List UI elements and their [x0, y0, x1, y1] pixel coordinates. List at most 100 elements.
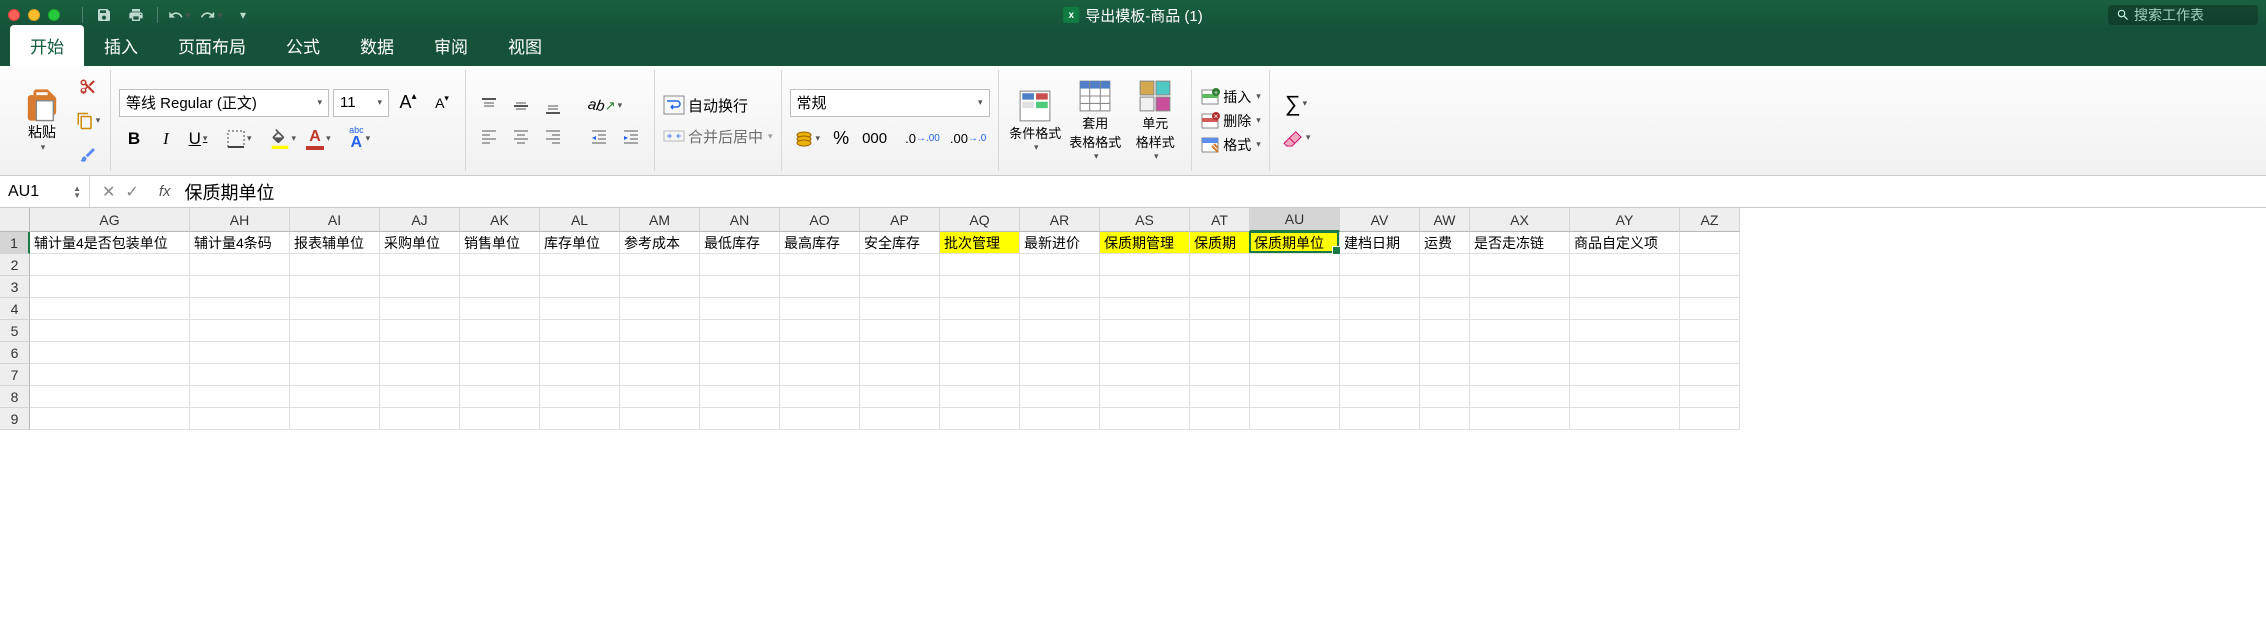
cell[interactable] [780, 364, 860, 386]
increase-decimal-button[interactable]: .0→.00 [901, 125, 944, 153]
fill-color-button[interactable]: ▾ [266, 125, 301, 153]
cell[interactable] [700, 254, 780, 276]
align-center-button[interactable] [506, 122, 536, 150]
orientation-button[interactable]: ab↗▾ [584, 92, 626, 120]
column-header[interactable]: AK [460, 208, 540, 232]
save-button[interactable] [93, 4, 115, 26]
cell[interactable] [1340, 364, 1420, 386]
cell[interactable] [1100, 364, 1190, 386]
cell[interactable] [1340, 254, 1420, 276]
column-header[interactable]: AR [1020, 208, 1100, 232]
column-header[interactable]: AJ [380, 208, 460, 232]
column-header[interactable]: AX [1470, 208, 1570, 232]
qat-customize-button[interactable]: ▾ [232, 4, 254, 26]
cell[interactable] [1340, 276, 1420, 298]
cell[interactable] [1340, 342, 1420, 364]
column-header[interactable]: AU [1250, 208, 1340, 232]
format-painter-button[interactable] [74, 141, 102, 169]
underline-button[interactable]: U▾ [183, 125, 213, 153]
cell[interactable] [1680, 320, 1740, 342]
undo-button[interactable]: ▾ [168, 4, 190, 26]
column-header[interactable]: AN [700, 208, 780, 232]
cell[interactable] [380, 342, 460, 364]
cell[interactable] [190, 320, 290, 342]
cell[interactable] [1470, 342, 1570, 364]
cell[interactable] [30, 320, 190, 342]
cell[interactable] [30, 408, 190, 430]
column-header[interactable]: AL [540, 208, 620, 232]
column-header[interactable]: AG [30, 208, 190, 232]
cell[interactable] [380, 254, 460, 276]
cell[interactable] [290, 386, 380, 408]
cell[interactable] [190, 408, 290, 430]
paste-button[interactable]: 粘贴 ▾ [14, 86, 70, 155]
cell[interactable] [30, 276, 190, 298]
cell[interactable] [1340, 298, 1420, 320]
cell[interactable] [1420, 342, 1470, 364]
font-size-select[interactable]: 11▾ [333, 89, 389, 117]
cell[interactable] [1190, 276, 1250, 298]
accounting-format-button[interactable]: ▾ [790, 125, 825, 153]
cell[interactable] [1020, 320, 1100, 342]
cell[interactable] [1570, 386, 1680, 408]
cell[interactable] [1020, 254, 1100, 276]
cell[interactable] [620, 342, 700, 364]
cell[interactable] [1190, 298, 1250, 320]
redo-button[interactable]: ▾ [200, 4, 222, 26]
cell[interactable] [940, 254, 1020, 276]
cell[interactable] [1570, 408, 1680, 430]
cell[interactable] [1570, 342, 1680, 364]
cell[interactable] [1570, 320, 1680, 342]
cell[interactable] [1420, 298, 1470, 320]
column-header[interactable]: AP [860, 208, 940, 232]
cell-styles-button[interactable]: 单元 格样式▾ [1127, 77, 1183, 164]
row-header[interactable]: 2 [0, 254, 30, 276]
increase-indent-button[interactable] [616, 122, 646, 150]
cell[interactable]: 销售单位 [460, 232, 540, 254]
cell[interactable] [290, 298, 380, 320]
column-header[interactable]: AO [780, 208, 860, 232]
cell[interactable] [30, 342, 190, 364]
cell[interactable] [380, 320, 460, 342]
column-header[interactable]: AT [1190, 208, 1250, 232]
cell[interactable] [1420, 276, 1470, 298]
cell[interactable] [1250, 342, 1340, 364]
cell[interactable] [940, 298, 1020, 320]
cell[interactable] [1680, 232, 1740, 254]
cell[interactable] [460, 408, 540, 430]
cell[interactable]: 最新进价 [1020, 232, 1100, 254]
cell[interactable] [1470, 386, 1570, 408]
column-header[interactable]: AI [290, 208, 380, 232]
cell[interactable] [1190, 342, 1250, 364]
cell[interactable] [780, 386, 860, 408]
cell[interactable] [700, 320, 780, 342]
cell[interactable] [460, 342, 540, 364]
cell[interactable] [1680, 408, 1740, 430]
cell[interactable] [30, 364, 190, 386]
cell[interactable] [700, 342, 780, 364]
cell[interactable] [1680, 276, 1740, 298]
cell[interactable] [1570, 276, 1680, 298]
cell[interactable] [700, 386, 780, 408]
cell[interactable] [380, 298, 460, 320]
number-format-select[interactable]: 常规▾ [790, 89, 990, 117]
cell[interactable] [1020, 386, 1100, 408]
italic-button[interactable]: I [151, 125, 181, 153]
cell[interactable] [1020, 276, 1100, 298]
cell[interactable]: 报表辅单位 [290, 232, 380, 254]
cell[interactable] [1250, 386, 1340, 408]
column-header[interactable]: AM [620, 208, 700, 232]
cell[interactable] [1100, 408, 1190, 430]
cell[interactable] [190, 254, 290, 276]
cell[interactable] [190, 276, 290, 298]
cell[interactable] [620, 276, 700, 298]
cell[interactable] [1100, 320, 1190, 342]
cell[interactable] [860, 386, 940, 408]
column-header[interactable]: AH [190, 208, 290, 232]
row-header[interactable]: 9 [0, 408, 30, 430]
align-top-button[interactable] [474, 92, 504, 120]
cell[interactable] [780, 254, 860, 276]
cell[interactable]: 批次管理 [940, 232, 1020, 254]
column-header[interactable]: AS [1100, 208, 1190, 232]
cell[interactable] [1250, 408, 1340, 430]
